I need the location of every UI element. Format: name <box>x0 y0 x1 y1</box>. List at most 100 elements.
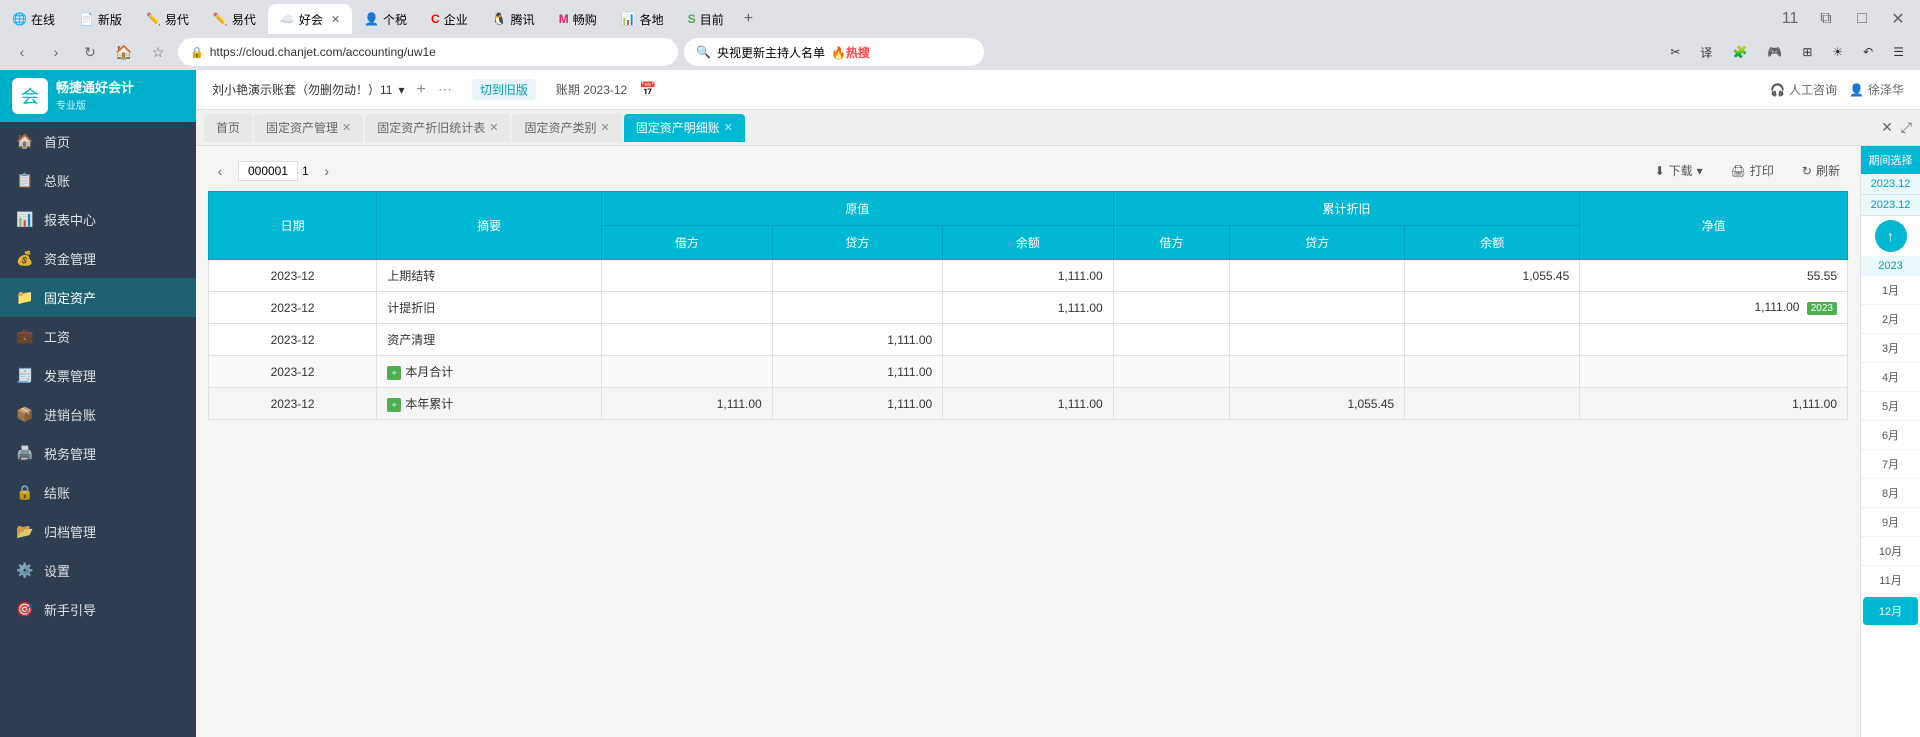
sidebar-nav: 🏠 首页 📋 总账 📊 报表中心 💰 资金管理 📁 固定资产 💼 工资 <box>0 122 196 737</box>
back-button[interactable]: ‹ <box>8 38 36 66</box>
calendar-icon[interactable]: 📅 <box>639 81 656 98</box>
th-dep-credit: 贷方 <box>1230 226 1405 260</box>
period-month-9[interactable]: 9月 <box>1861 508 1920 537</box>
tab-close-assets-ledger[interactable]: ✕ <box>724 121 733 134</box>
account-selector[interactable]: 刘小艳演示账套（勿删勿动！）11 ▾ <box>212 81 405 98</box>
browser-tab-10[interactable]: S 目前 <box>676 4 736 34</box>
browser-tab-8[interactable]: M 畅购 <box>547 4 609 34</box>
add-account-button[interactable]: + <box>417 81 426 99</box>
minimize-button[interactable]: ⧉ <box>1812 5 1840 33</box>
period-month-4[interactable]: 4月 <box>1861 363 1920 392</box>
period-month-1[interactable]: 1月 <box>1861 276 1920 305</box>
table-toolbar: ‹ 1 › ⬇ 下载 ▾ 🖨 <box>208 158 1848 183</box>
row-dep-balance <box>1405 356 1580 388</box>
next-page-button[interactable]: › <box>315 159 339 183</box>
print-button[interactable]: 🖨 打印 <box>1723 158 1782 183</box>
forward-button[interactable]: › <box>42 38 70 66</box>
ledger-icon: 📋 <box>16 172 34 190</box>
expand-icon[interactable]: ⤢ <box>1901 119 1912 136</box>
period-month-2[interactable]: 2月 <box>1861 305 1920 334</box>
tab-close-assets-cat[interactable]: ✕ <box>601 121 610 134</box>
tab-close-icon[interactable]: ✕ <box>331 13 340 26</box>
period-month-11[interactable]: 11月 <box>1861 566 1920 595</box>
url-bar[interactable]: 🔒 https://cloud.chanjet.com/accounting/u… <box>178 38 678 66</box>
sidebar-item-invoice[interactable]: 🧾 发票管理 <box>0 356 196 395</box>
sidebar-item-payroll[interactable]: 💼 工资 <box>0 317 196 356</box>
sidebar-item-ledger[interactable]: 📋 总账 <box>0 161 196 200</box>
settings-dots-icon[interactable]: ⋯ <box>438 81 452 98</box>
browser-tab-4[interactable]: ☁️ 好会 ✕ <box>268 4 352 34</box>
page-number-input[interactable] <box>238 161 298 181</box>
tab-label-assets-cat: 固定资产类别 <box>524 119 596 136</box>
tab-assets-management[interactable]: 固定资产管理 ✕ <box>254 114 363 142</box>
maximize-button[interactable]: □ <box>1848 5 1876 33</box>
sidebar-item-tax[interactable]: 🖨️ 税务管理 <box>0 434 196 473</box>
period-month-7[interactable]: 7月 <box>1861 450 1920 479</box>
browser-tab-7[interactable]: 🐧 腾讯 <box>480 4 547 34</box>
period-month-6[interactable]: 6月 <box>1861 421 1920 450</box>
sidebar-item-assets[interactable]: 📁 固定资产 <box>0 278 196 317</box>
browser-tab-1[interactable]: 📄 新版 <box>67 4 134 34</box>
game-tool[interactable]: 🎮 <box>1759 38 1790 66</box>
tab-icon: M <box>559 12 569 26</box>
extension-tool[interactable]: 🧩 <box>1724 38 1755 66</box>
sidebar-item-stockbook[interactable]: 📦 进销台账 <box>0 395 196 434</box>
tab-depreciation-stats[interactable]: 固定资产折旧统计表 ✕ <box>365 114 510 142</box>
tab-icon: 🌐 <box>12 12 27 26</box>
sidebar-header: 会 畅捷通好会计 专业版 <box>0 70 196 122</box>
period-month-12[interactable]: 12月 <box>1863 597 1918 626</box>
browser-tab-0[interactable]: 🌐 在线 <box>0 4 67 34</box>
tab-assets-category[interactable]: 固定资产类别 ✕ <box>512 114 621 142</box>
tab-action-11[interactable]: 11 <box>1776 5 1804 33</box>
download-button[interactable]: ⬇ 下载 ▾ <box>1647 158 1711 183</box>
period-month-8[interactable]: 8月 <box>1861 479 1920 508</box>
help-button[interactable]: 🎧 人工咨询 <box>1770 81 1837 98</box>
row-orig-balance: 1,111.00 <box>943 292 1114 324</box>
tab-icon: ☁️ <box>280 12 295 26</box>
translate-tool[interactable]: 译 <box>1692 38 1720 66</box>
refresh-button[interactable]: ↻ 刷新 <box>1794 158 1848 183</box>
sidebar-item-guide[interactable]: 🎯 新手引导 <box>0 590 196 629</box>
sidebar-item-closing[interactable]: 🔒 结账 <box>0 473 196 512</box>
search-icon: 🔍 <box>696 45 711 59</box>
close-window-button[interactable]: ✕ <box>1884 5 1912 33</box>
tab-home[interactable]: 首页 <box>204 114 252 142</box>
sidebar-item-funds[interactable]: 💰 资金管理 <box>0 239 196 278</box>
user-avatar-icon: 👤 <box>1849 83 1864 97</box>
search-bar[interactable]: 🔍 央视更新主持人名单 🔥热搜 <box>684 38 984 66</box>
sidebar-label-settings: 设置 <box>44 561 70 580</box>
menu-tool[interactable]: ☰ <box>1885 38 1912 66</box>
history-tool[interactable]: ↶ <box>1855 38 1881 66</box>
row-net-value <box>1580 324 1848 356</box>
sidebar-item-archive[interactable]: 📂 归档管理 <box>0 512 196 551</box>
close-all-tabs-icon[interactable]: ✕ <box>1881 119 1893 136</box>
row-dep-balance <box>1405 388 1580 420</box>
tab-close-assets-mgmt[interactable]: ✕ <box>342 121 351 134</box>
home-button[interactable]: 🏠 <box>110 38 138 66</box>
row-dep-balance <box>1405 324 1580 356</box>
browser-tab-3[interactable]: ✏️ 易代 <box>201 4 268 34</box>
user-button[interactable]: 👤 徐泽华 <box>1849 81 1904 98</box>
tab-close-dep-stats[interactable]: ✕ <box>489 121 498 134</box>
period-month-3[interactable]: 3月 <box>1861 334 1920 363</box>
browser-tab-9[interactable]: 📊 各地 <box>609 4 676 34</box>
row-date: 2023-12 <box>209 260 377 292</box>
theme-tool[interactable]: ☀ <box>1824 38 1851 66</box>
reload-button[interactable]: ↻ <box>76 38 104 66</box>
sidebar-item-reports[interactable]: 📊 报表中心 <box>0 200 196 239</box>
period-month-5[interactable]: 5月 <box>1861 392 1920 421</box>
bookmark-button[interactable]: ☆ <box>144 38 172 66</box>
browser-tab-5[interactable]: 👤 个税 <box>352 4 419 34</box>
tab-assets-ledger[interactable]: 固定资产明细账 ✕ <box>624 114 745 142</box>
period-month-10[interactable]: 10月 <box>1861 537 1920 566</box>
switch-version-button[interactable]: 切到旧版 <box>472 79 536 100</box>
sidebar-item-settings[interactable]: ⚙️ 设置 <box>0 551 196 590</box>
prev-page-button[interactable]: ‹ <box>208 159 232 183</box>
scroll-top-button[interactable]: ↑ <box>1875 220 1907 252</box>
scissors-tool[interactable]: ✂ <box>1662 38 1688 66</box>
new-tab-button[interactable]: + <box>736 10 761 28</box>
browser-tab-6[interactable]: C 企业 <box>419 4 480 34</box>
sidebar-item-home[interactable]: 🏠 首页 <box>0 122 196 161</box>
layout-tool[interactable]: ⊞ <box>1794 38 1820 66</box>
browser-tab-2[interactable]: ✏️ 易代 <box>134 4 201 34</box>
